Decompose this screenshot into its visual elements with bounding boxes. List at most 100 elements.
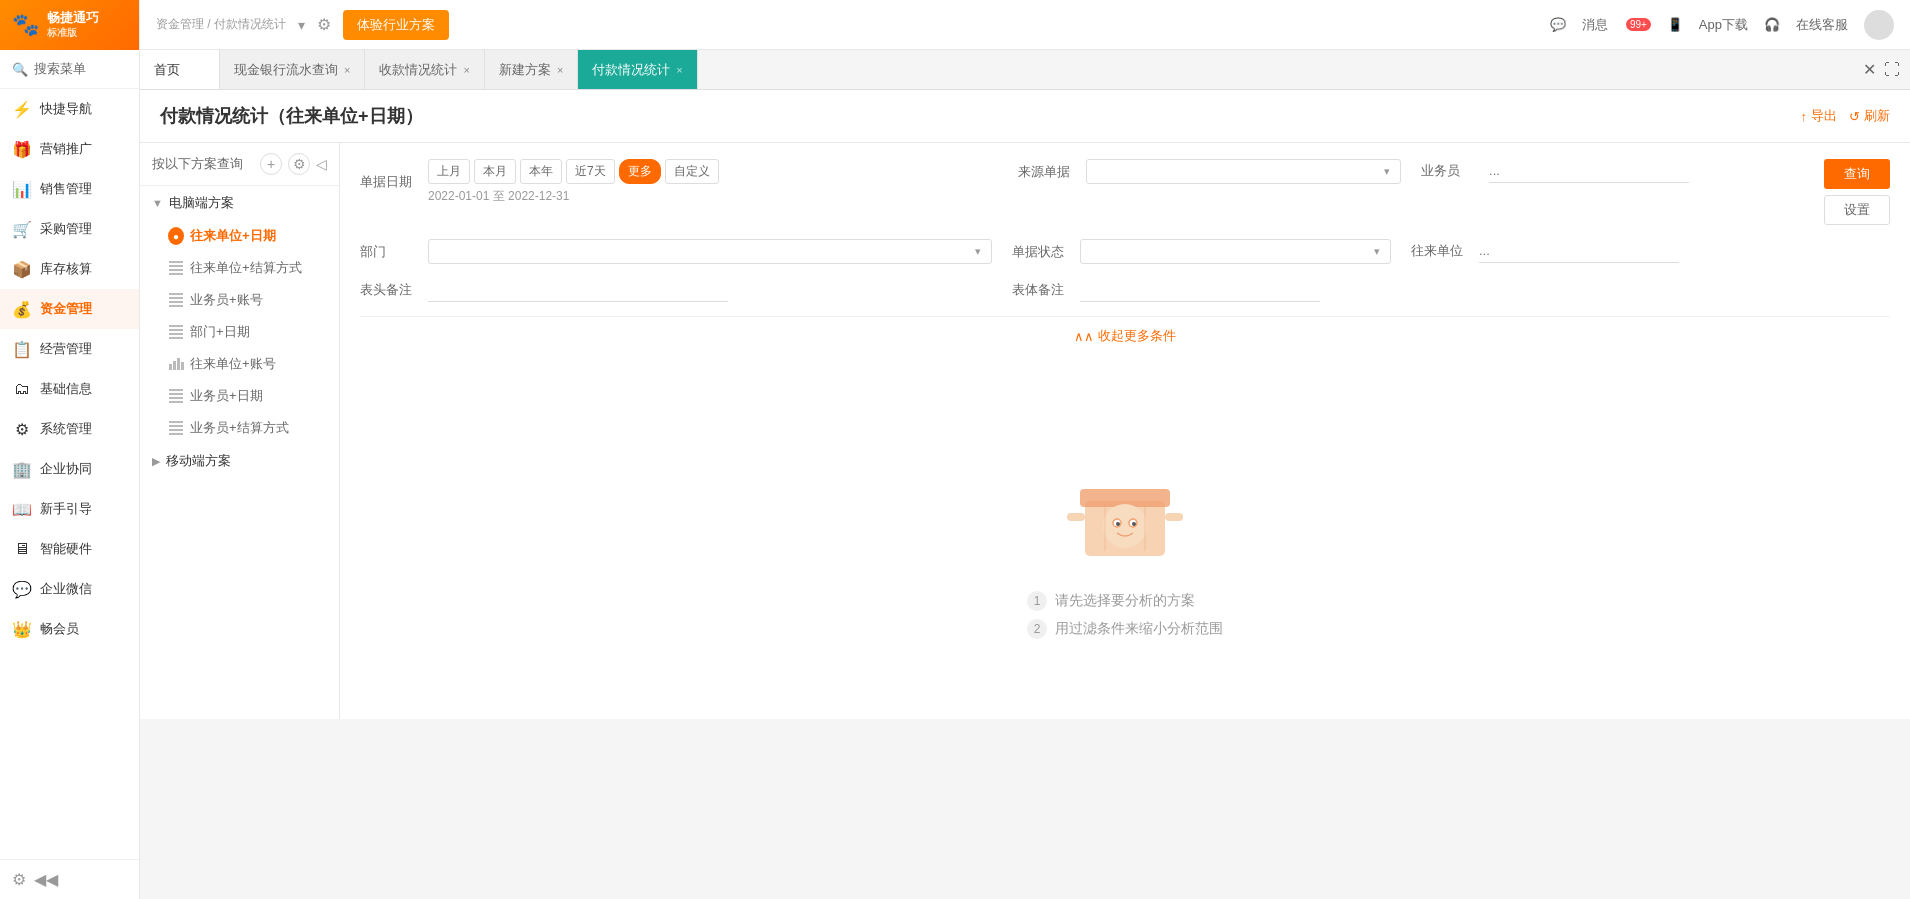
pc-group-title[interactable]: ▼ 电脑端方案: [140, 186, 339, 220]
scheme-settings-button[interactable]: ⚙: [288, 153, 310, 175]
tab-bank-flow-close[interactable]: ×: [344, 64, 350, 76]
filter-row-2: 部门 ▾ 单据状态 ▾ 往来单位: [360, 239, 1890, 264]
sidebar-item-wechat[interactable]: 💬 企业微信: [0, 569, 139, 609]
date-btn-7days[interactable]: 近7天: [566, 159, 615, 184]
source-select[interactable]: ▾: [1086, 159, 1401, 184]
sidebar-item-label: 经营管理: [40, 340, 92, 358]
date-btn-custom[interactable]: 自定义: [665, 159, 719, 184]
footer-settings-icon[interactable]: ⚙: [12, 870, 26, 889]
scheme-collapse-button[interactable]: ◁: [316, 156, 327, 172]
sidebar-item-hardware[interactable]: 🖥 智能硬件: [0, 529, 139, 569]
sidebar-item-label: 基础信息: [40, 380, 92, 398]
svg-rect-20: [169, 421, 183, 423]
settings-button[interactable]: 设置: [1824, 195, 1890, 225]
refresh-button[interactable]: ↺ 刷新: [1849, 107, 1890, 125]
tab-payment-stats[interactable]: 付款情况统计 ×: [578, 50, 697, 89]
svg-point-30: [1132, 522, 1136, 526]
svg-rect-15: [181, 362, 184, 370]
sidebar-search[interactable]: 🔍 搜索菜单: [0, 50, 139, 89]
collapse-arrow-icon: ∧∧: [1074, 329, 1094, 344]
system-icon: ⚙: [12, 419, 32, 439]
service-area[interactable]: 🎧 在线客服: [1764, 16, 1848, 34]
tab-payment-stats-close[interactable]: ×: [676, 64, 682, 76]
filter-area: 单据日期 上月 本月 本年 近7天 更多 自定义 2022-01-01 至 20…: [340, 143, 1910, 371]
date-btn-more[interactable]: 更多: [619, 159, 661, 184]
filter-item-salesman: 业务员: [1421, 159, 1804, 183]
sidebar-item-label: 畅会员: [40, 620, 79, 638]
logo-badge: 标准版: [47, 26, 99, 40]
scheme-item-salesman-date[interactable]: 业务员+日期: [140, 380, 339, 412]
sidebar-item-basic[interactable]: 🗂 基础信息: [0, 369, 139, 409]
mobile-group-title[interactable]: ▶ 移动端方案: [140, 444, 339, 478]
tab-collection-stats-close[interactable]: ×: [463, 64, 469, 76]
query-button[interactable]: 查询: [1824, 159, 1890, 189]
body-remark-input[interactable]: [1080, 278, 1320, 302]
date-btn-this-year[interactable]: 本年: [520, 159, 562, 184]
empty-tips: 1 请先选择要分析的方案 2 用过滤条件来缩小分析范围: [1027, 591, 1223, 639]
source-select-arrow: ▾: [1384, 165, 1390, 178]
app-download-area[interactable]: 📱 App下载: [1667, 16, 1748, 34]
tab-home[interactable]: 首页: [140, 50, 220, 89]
sidebar-item-purchase[interactable]: 🛒 采购管理: [0, 209, 139, 249]
date-btn-last-month[interactable]: 上月: [428, 159, 470, 184]
scheme-item-unit-settlement[interactable]: 往来单位+结算方式: [140, 252, 339, 284]
page-header-actions: ↑ 导出 ↺ 刷新: [1801, 107, 1891, 125]
finance-icon: 💰: [12, 299, 32, 319]
scheme-item-table-icon: [168, 324, 184, 340]
message-area[interactable]: 💬 消息 99+: [1550, 16, 1651, 34]
sidebar-item-guide[interactable]: 📖 新手引导: [0, 489, 139, 529]
sidebar-item-member[interactable]: 👑 畅会员: [0, 609, 139, 649]
operations-icon: 📋: [12, 339, 32, 359]
scheme-item-dept-date[interactable]: 部门+日期: [140, 316, 339, 348]
scheme-item-unit-account[interactable]: 往来单位+账号: [140, 348, 339, 380]
scheme-item-unit-date[interactable]: ● 往来单位+日期: [140, 220, 339, 252]
sidebar-item-system[interactable]: ⚙ 系统管理: [0, 409, 139, 449]
guide-icon: 📖: [12, 499, 32, 519]
scheme-item-table-icon: [168, 292, 184, 308]
svg-rect-19: [169, 401, 183, 403]
pc-group-arrow: ▼: [152, 197, 163, 209]
tab-new-scheme[interactable]: 新建方案 ×: [485, 50, 578, 89]
sidebar-item-operations[interactable]: 📋 经营管理: [0, 329, 139, 369]
scheme-item-label: 业务员+结算方式: [190, 419, 289, 437]
tab-close-all-icon[interactable]: ✕: [1863, 60, 1876, 79]
tab-bank-flow[interactable]: 现金银行流水查询 ×: [220, 50, 365, 89]
svg-rect-32: [1165, 513, 1183, 521]
sidebar-item-quick-nav[interactable]: ⚡ 快捷导航: [0, 89, 139, 129]
unit-input[interactable]: [1479, 239, 1679, 263]
scheme-item-salesman-settlement[interactable]: 业务员+结算方式: [140, 412, 339, 444]
date-range-display: 2022-01-01 至 2022-12-31: [428, 188, 719, 205]
status-select[interactable]: ▾: [1080, 239, 1391, 264]
footer-collapse-icon[interactable]: ◀◀: [34, 870, 58, 889]
user-avatar[interactable]: [1864, 10, 1894, 40]
sidebar-item-inventory[interactable]: 📦 库存核算: [0, 249, 139, 289]
collapse-more-button[interactable]: ∧∧ 收起更多条件: [360, 316, 1890, 355]
svg-rect-0: [169, 261, 183, 263]
svg-rect-1: [169, 265, 183, 267]
scheme-add-button[interactable]: +: [260, 153, 282, 175]
sidebar-item-finance[interactable]: 💰 资金管理: [0, 289, 139, 329]
header-remark-input[interactable]: [428, 278, 728, 302]
try-industry-button[interactable]: 体验行业方案: [343, 10, 449, 40]
svg-rect-16: [169, 389, 183, 391]
salesman-input[interactable]: [1489, 159, 1689, 183]
page-header: 付款情况统计（往来单位+日期） ↑ 导出 ↺ 刷新: [140, 90, 1910, 143]
tab-new-scheme-close[interactable]: ×: [557, 64, 563, 76]
date-btn-this-month[interactable]: 本月: [474, 159, 516, 184]
dept-select[interactable]: ▾: [428, 239, 992, 264]
svg-point-26: [1103, 504, 1147, 548]
sidebar-item-marketing[interactable]: 🎁 营销推广: [0, 129, 139, 169]
sidebar-item-enterprise[interactable]: 🏢 企业协同: [0, 449, 139, 489]
header-expand-icon[interactable]: ▾: [298, 17, 305, 33]
sidebar-item-sales[interactable]: 📊 销售管理: [0, 169, 139, 209]
scheme-item-salesman-account[interactable]: 业务员+账号: [140, 284, 339, 316]
tab-collection-stats[interactable]: 收款情况统计 ×: [365, 50, 484, 89]
header-settings-icon[interactable]: ⚙: [317, 15, 331, 34]
source-label: 来源单据: [1018, 163, 1078, 181]
scheme-item-label: 业务员+日期: [190, 387, 263, 405]
marketing-icon: 🎁: [12, 139, 32, 159]
tab-expand-icon[interactable]: ⛶: [1884, 61, 1900, 79]
export-label: 导出: [1811, 107, 1837, 125]
export-button[interactable]: ↑ 导出: [1801, 107, 1838, 125]
pc-scheme-group: ▼ 电脑端方案 ● 往来单位+日期 往来单位+结算方式: [140, 186, 339, 444]
